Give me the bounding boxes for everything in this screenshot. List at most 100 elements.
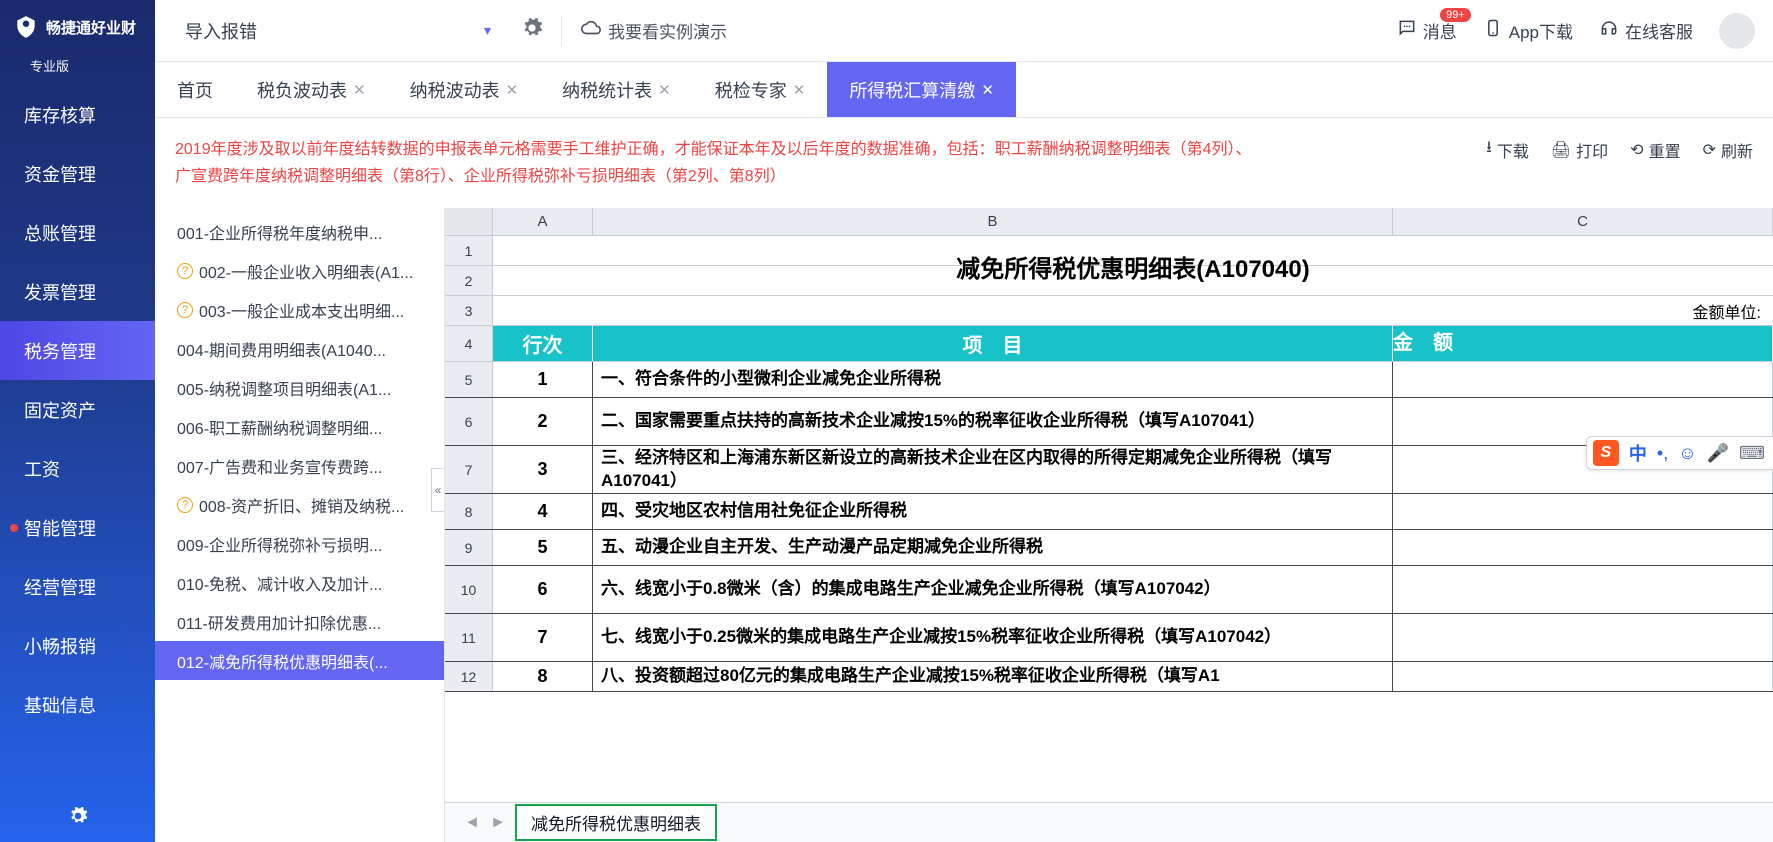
col-header-a[interactable]: A <box>493 208 593 235</box>
col-header-c[interactable]: C <box>1393 208 1773 235</box>
phone-icon <box>1483 18 1503 43</box>
cell-amount[interactable] <box>1393 662 1773 691</box>
nav-item-8[interactable]: 经营管理 <box>0 557 155 616</box>
nav-item-0[interactable]: 库存核算 <box>0 85 155 144</box>
settings-gear-icon[interactable] <box>68 806 88 832</box>
form-item-11[interactable]: 012-减免所得税优惠明细表(... <box>155 641 444 680</box>
row-num[interactable]: 9 <box>445 530 493 565</box>
form-item-3[interactable]: 004-期间费用明细表(A1040... <box>155 329 444 368</box>
cell-index[interactable]: 8 <box>493 662 593 691</box>
row-num[interactable]: 1 <box>445 236 493 265</box>
tab-4[interactable]: 税检专家✕ <box>693 62 828 117</box>
cell-index[interactable]: 7 <box>493 614 593 661</box>
form-item-0[interactable]: 001-企业所得税年度纳税申... <box>155 212 444 251</box>
search-select[interactable]: 导入报错 ▾ <box>173 12 503 50</box>
nav-item-7[interactable]: 智能管理 <box>0 498 155 557</box>
ime-emoji-icon[interactable]: ☺ <box>1678 443 1696 464</box>
cell-item[interactable]: 三、经济特区和上海浦东新区新设立的高新技术企业在区内取得的所得定期减免企业所得税… <box>593 446 1393 493</box>
close-icon[interactable]: ✕ <box>658 81 671 99</box>
close-icon[interactable]: ✕ <box>981 81 994 99</box>
app-download-button[interactable]: App下载 <box>1483 18 1573 43</box>
tab-5[interactable]: 所得税汇算清缴✕ <box>827 62 1016 117</box>
select-all-corner[interactable] <box>445 208 493 235</box>
ime-punct-icon[interactable]: •, <box>1657 443 1668 464</box>
row-num[interactable]: 12 <box>445 662 493 691</box>
row-num[interactable]: 5 <box>445 362 493 397</box>
nav-item-3[interactable]: 发票管理 <box>0 262 155 321</box>
cell-item[interactable]: 六、线宽小于0.8微米（含）的集成电路生产企业减免企业所得税（填写A107042… <box>593 566 1393 613</box>
row-num[interactable]: 11 <box>445 614 493 661</box>
header-c: 金 额 <box>1393 326 1773 361</box>
form-item-10[interactable]: 011-研发费用加计扣除优惠... <box>155 602 444 641</box>
demo-link[interactable]: 我要看实例演示 <box>580 17 727 44</box>
cell-amount[interactable] <box>1393 494 1773 529</box>
cell-amount[interactable] <box>1393 362 1773 397</box>
cell-amount[interactable] <box>1393 530 1773 565</box>
download-button[interactable]: ⭳下载 <box>1486 136 1529 163</box>
ime-lang[interactable]: 中 <box>1629 440 1647 466</box>
tab-3[interactable]: 纳税统计表✕ <box>540 62 693 117</box>
cell-item[interactable]: 一、符合条件的小型微利企业减免企业所得税 <box>593 362 1393 397</box>
form-item-8[interactable]: 009-企业所得税弥补亏损明... <box>155 524 444 563</box>
sheet-next-icon[interactable]: ► <box>489 814 507 832</box>
nav-item-1[interactable]: 资金管理 <box>0 144 155 203</box>
nav-item-9[interactable]: 小畅报销 <box>0 616 155 675</box>
row-num[interactable]: 8 <box>445 494 493 529</box>
row-num[interactable]: 7 <box>445 446 493 493</box>
nav-item-4[interactable]: 税务管理 <box>0 321 155 380</box>
row-num[interactable]: 6 <box>445 398 493 445</box>
form-item-9[interactable]: 010-免税、减计收入及加计... <box>155 563 444 602</box>
cell-amount[interactable] <box>1393 566 1773 613</box>
print-button[interactable]: 🖨打印 <box>1551 138 1608 162</box>
ime-toolbar[interactable]: S 中 •, ☺ 🎤 ⌨ <box>1586 436 1773 470</box>
reset-button[interactable]: ⟲重置 <box>1630 138 1680 162</box>
cell-index[interactable]: 1 <box>493 362 593 397</box>
form-item-5[interactable]: 006-职工薪酬纳税调整明细... <box>155 407 444 446</box>
row-num[interactable]: 4 <box>445 326 493 361</box>
nav-label: 经营管理 <box>24 574 96 600</box>
cell-index[interactable]: 5 <box>493 530 593 565</box>
refresh-button[interactable]: ⟳刷新 <box>1703 138 1753 162</box>
form-item-1[interactable]: ?002-一般企业收入明细表(A1... <box>155 251 444 290</box>
close-icon[interactable]: ✕ <box>793 81 806 99</box>
tab-2[interactable]: 纳税波动表✕ <box>388 62 541 117</box>
cell-item[interactable]: 四、受灾地区农村信用社免征企业所得税 <box>593 494 1393 529</box>
form-item-7[interactable]: ?008-资产折旧、摊销及纳税... <box>155 485 444 524</box>
cell-index[interactable]: 2 <box>493 398 593 445</box>
tab-0[interactable]: 首页 <box>155 62 235 117</box>
row-num[interactable]: 3 <box>445 296 493 325</box>
form-item-4[interactable]: 005-纳税调整项目明细表(A1... <box>155 368 444 407</box>
config-gear-icon[interactable] <box>521 17 543 45</box>
close-icon[interactable]: ✕ <box>353 81 366 99</box>
messages-badge: 99+ <box>1440 8 1471 22</box>
online-service-button[interactable]: 在线客服 <box>1599 18 1693 43</box>
topbar: 导入报错 ▾ 我要看实例演示 消息 99+ App下载 在线客服 <box>155 0 1773 62</box>
cell-index[interactable]: 3 <box>493 446 593 493</box>
row-num[interactable]: 2 <box>445 266 493 295</box>
cell-item[interactable]: 七、线宽小于0.25微米的集成电路生产企业减按15%税率征收企业所得税（填写A1… <box>593 614 1393 661</box>
row-num[interactable]: 10 <box>445 566 493 613</box>
tab-label: 首页 <box>177 77 213 103</box>
ime-keyboard-icon[interactable]: ⌨ <box>1739 443 1765 464</box>
cell-amount[interactable] <box>1393 614 1773 661</box>
form-item-6[interactable]: 007-广告费和业务宣传费跨... <box>155 446 444 485</box>
close-icon[interactable]: ✕ <box>506 81 519 99</box>
nav-item-2[interactable]: 总账管理 <box>0 203 155 262</box>
nav-item-6[interactable]: 工资 <box>0 439 155 498</box>
collapse-handle[interactable]: « <box>431 468 445 512</box>
cell-index[interactable]: 6 <box>493 566 593 613</box>
cell-item[interactable]: 二、国家需要重点扶持的高新技术企业减按15%的税率征收企业所得税（填写A1070… <box>593 398 1393 445</box>
sheet-prev-icon[interactable]: ◄ <box>463 814 481 832</box>
cell-item[interactable]: 五、动漫企业自主开发、生产动漫产品定期减免企业所得税 <box>593 530 1393 565</box>
nav-item-5[interactable]: 固定资产 <box>0 380 155 439</box>
ime-mic-icon[interactable]: 🎤 <box>1707 443 1729 464</box>
messages-button[interactable]: 消息 99+ <box>1397 18 1457 43</box>
col-header-b[interactable]: B <box>593 208 1393 235</box>
tab-1[interactable]: 税负波动表✕ <box>235 62 388 117</box>
cell-index[interactable]: 4 <box>493 494 593 529</box>
sheet-tab[interactable]: 减免所得税优惠明细表 <box>515 804 717 841</box>
form-item-2[interactable]: ?003-一般企业成本支出明细... <box>155 290 444 329</box>
avatar[interactable] <box>1719 13 1755 49</box>
nav-item-10[interactable]: 基础信息 <box>0 675 155 734</box>
cell-item[interactable]: 八、投资额超过80亿元的集成电路生产企业减按15%税率征收企业所得税（填写A1 <box>593 662 1393 691</box>
